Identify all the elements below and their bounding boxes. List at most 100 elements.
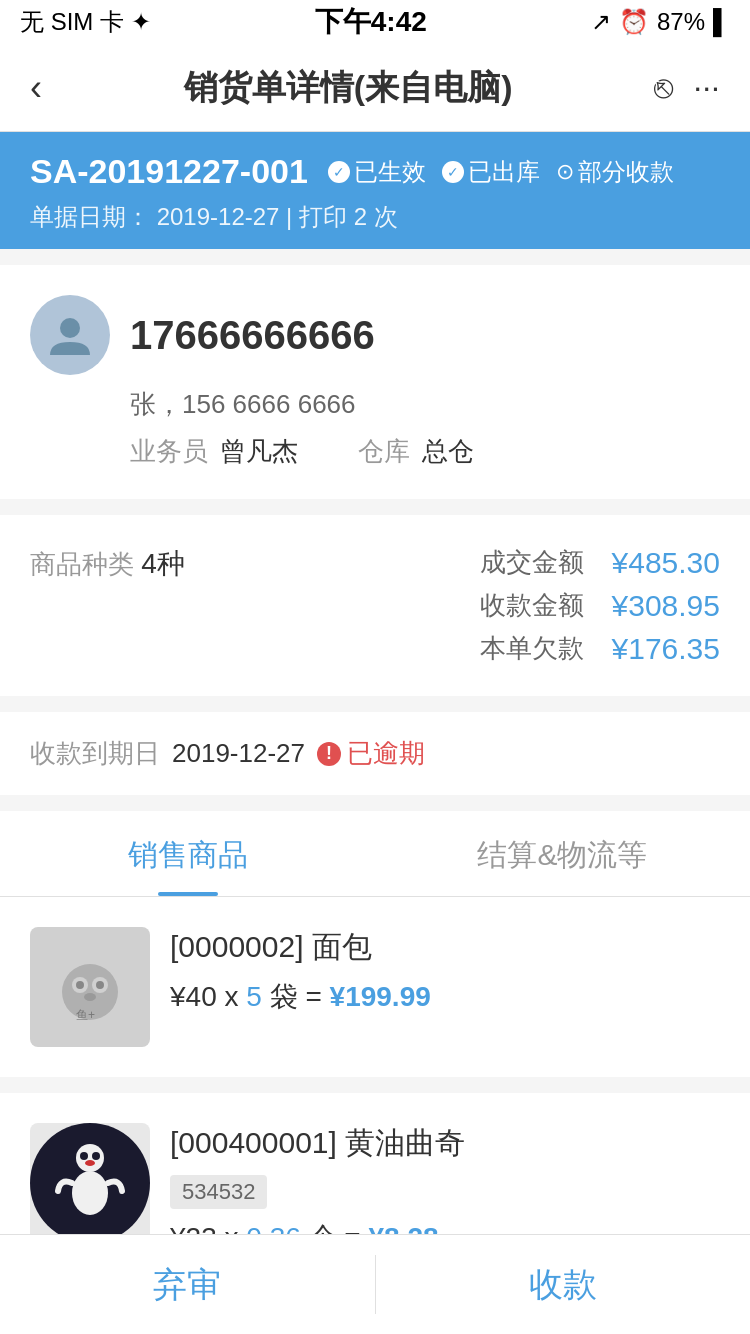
- product-code-1: [0000002]: [170, 930, 303, 963]
- product-type-summary: 商品种类 4种: [30, 545, 185, 583]
- order-date: 2019-12-27: [157, 203, 280, 230]
- product-thumbnail-1: 鱼+: [30, 927, 150, 1047]
- svg-text:鱼+: 鱼+: [76, 1008, 95, 1022]
- product-base-price-1: ¥40: [170, 981, 217, 1012]
- share-icon[interactable]: ⎋: [654, 69, 673, 106]
- product-total-1: ¥199.99: [330, 981, 431, 1012]
- product-title-1: 面包: [312, 930, 372, 963]
- salesperson-label: 业务员: [130, 434, 208, 469]
- date-label: 单据日期：: [30, 203, 150, 230]
- status-tag-partial: ⊙ 部分收款: [556, 156, 674, 188]
- debt-amount-value: ¥176.35: [600, 632, 720, 666]
- product-code-2: [000400001]: [170, 1126, 337, 1159]
- debt-amount-row: 本单欠款 ¥176.35: [480, 631, 720, 666]
- warehouse-value: 总仓: [422, 434, 474, 469]
- received-amount-row: 收款金额 ¥308.95: [480, 588, 720, 623]
- svg-point-4: [76, 981, 84, 989]
- deal-amount-value: ¥485.30: [600, 546, 720, 580]
- svg-point-0: [60, 318, 80, 338]
- tab-settlement-label: 结算&物流等: [477, 838, 647, 871]
- overdue-text: 已逾期: [347, 736, 425, 771]
- customer-section: 17666666666 张，156 6666 6666 业务员 曾凡杰 仓库 总…: [0, 265, 750, 499]
- warehouse-info: 仓库 总仓: [358, 434, 474, 469]
- financial-summary: 成交金额 ¥485.30 收款金额 ¥308.95 本单欠款 ¥176.35: [480, 545, 720, 666]
- bottom-bar: 弃审 收款: [0, 1234, 750, 1334]
- svg-point-5: [96, 981, 104, 989]
- avatar: [30, 295, 110, 375]
- product-image-icon: [30, 1123, 150, 1243]
- customer-meta: 业务员 曾凡杰 仓库 总仓: [30, 434, 720, 469]
- clock-icon: ⊙: [556, 159, 574, 185]
- debt-amount-label: 本单欠款: [480, 631, 584, 666]
- overdue-dot-icon: !: [317, 742, 341, 766]
- product-qty-1: 5: [246, 981, 262, 1012]
- check-icon-2: ✓: [442, 161, 464, 183]
- nav-actions: ⎋ ···: [654, 69, 720, 106]
- product-type-label: 商品种类: [30, 549, 134, 579]
- product-unit-1: 袋: [270, 981, 298, 1012]
- svg-point-13: [85, 1160, 95, 1166]
- order-id: SA-20191227-001: [30, 152, 308, 191]
- deal-amount-row: 成交金额 ¥485.30: [480, 545, 720, 580]
- location-icon: ↗: [591, 8, 611, 36]
- product-price-1: ¥40 x 5 袋 = ¥199.99: [170, 978, 720, 1016]
- list-item: 鱼+ [0000002] 面包 ¥40 x 5 袋 = ¥199.99: [0, 897, 750, 1077]
- status-delivered-label: 已出库: [468, 156, 540, 188]
- check-icon-1: ✓: [328, 161, 350, 183]
- status-tags: ✓ 已生效 ✓ 已出库 ⊙ 部分收款: [328, 156, 674, 188]
- svg-point-9: [76, 1144, 104, 1172]
- product-tag-2: 534532: [170, 1175, 267, 1209]
- more-icon[interactable]: ···: [693, 69, 720, 106]
- product-name-2: [000400001] 黄油曲奇: [170, 1123, 720, 1164]
- svg-point-12: [92, 1152, 100, 1160]
- avatar-icon: [45, 310, 95, 360]
- overdue-badge: ! 已逾期: [317, 736, 425, 771]
- svg-point-11: [80, 1152, 88, 1160]
- salesperson-info: 业务员 曾凡杰: [130, 434, 298, 469]
- tab-settlement[interactable]: 结算&物流等: [375, 811, 750, 896]
- tab-sales-label: 销售商品: [128, 838, 248, 871]
- product-equals-1: =: [305, 981, 329, 1012]
- back-button[interactable]: ‹: [30, 67, 42, 109]
- product-title-2: 黄油曲奇: [345, 1126, 465, 1159]
- header-banner: SA-20191227-001 ✓ 已生效 ✓ 已出库 ⊙ 部分收款 单据日期：…: [0, 132, 750, 249]
- nav-bar: ‹ 销货单详情(来自电脑) ⎋ ···: [0, 44, 750, 132]
- customer-phone: 17666666666: [130, 313, 375, 358]
- deal-amount-label: 成交金额: [480, 545, 584, 580]
- status-bar: 无 SIM 卡 ✦ 下午4:42 ↗ ⏰ 87% ▌: [0, 0, 750, 44]
- battery-status: 87%: [657, 8, 705, 36]
- status-tag-active: ✓ 已生效: [328, 156, 426, 188]
- received-amount-label: 收款金额: [480, 588, 584, 623]
- customer-sub-info: 张，156 6666 6666: [30, 387, 720, 422]
- status-left: 无 SIM 卡 ✦: [20, 6, 151, 38]
- svg-point-6: [84, 993, 96, 1001]
- customer-top: 17666666666: [30, 295, 720, 375]
- due-date-section: 收款到期日 2019-12-27 ! 已逾期: [0, 712, 750, 795]
- owl-icon: 鱼+: [50, 947, 130, 1027]
- product-list: 鱼+ [0000002] 面包 ¥40 x 5 袋 = ¥199.99: [0, 897, 750, 1287]
- cancel-button[interactable]: 弃审: [0, 1235, 375, 1334]
- svg-point-10: [72, 1171, 108, 1215]
- header-date: 单据日期： 2019-12-27 | 打印 2 次: [30, 201, 720, 233]
- status-active-label: 已生效: [354, 156, 426, 188]
- summary-section: 商品种类 4种 成交金额 ¥485.30 收款金额 ¥308.95 本单欠款 ¥…: [0, 515, 750, 696]
- warehouse-label: 仓库: [358, 434, 410, 469]
- confirm-button[interactable]: 收款: [376, 1235, 751, 1334]
- tab-sales-products[interactable]: 销售商品: [0, 811, 375, 896]
- print-info: | 打印 2 次: [286, 203, 398, 230]
- product-thumbnail-2: [30, 1123, 150, 1243]
- received-amount-value: ¥308.95: [600, 589, 720, 623]
- product-info-1: [0000002] 面包 ¥40 x 5 袋 = ¥199.99: [170, 927, 720, 1016]
- battery-icon: ▌: [713, 8, 730, 36]
- status-right: ↗ ⏰ 87% ▌: [591, 8, 730, 36]
- status-tag-delivered: ✓ 已出库: [442, 156, 540, 188]
- salesperson-value: 曾凡杰: [220, 434, 298, 469]
- header-top-row: SA-20191227-001 ✓ 已生效 ✓ 已出库 ⊙ 部分收款: [30, 152, 720, 191]
- sim-status: 无 SIM 卡 ✦: [20, 6, 151, 38]
- due-date-label: 收款到期日: [30, 736, 160, 771]
- product-name-1: [0000002] 面包: [170, 927, 720, 968]
- alarm-icon: ⏰: [619, 8, 649, 36]
- page-title: 销货单详情(来自电脑): [184, 65, 513, 111]
- product-multiply-1: x: [225, 981, 247, 1012]
- status-time: 下午4:42: [315, 3, 427, 41]
